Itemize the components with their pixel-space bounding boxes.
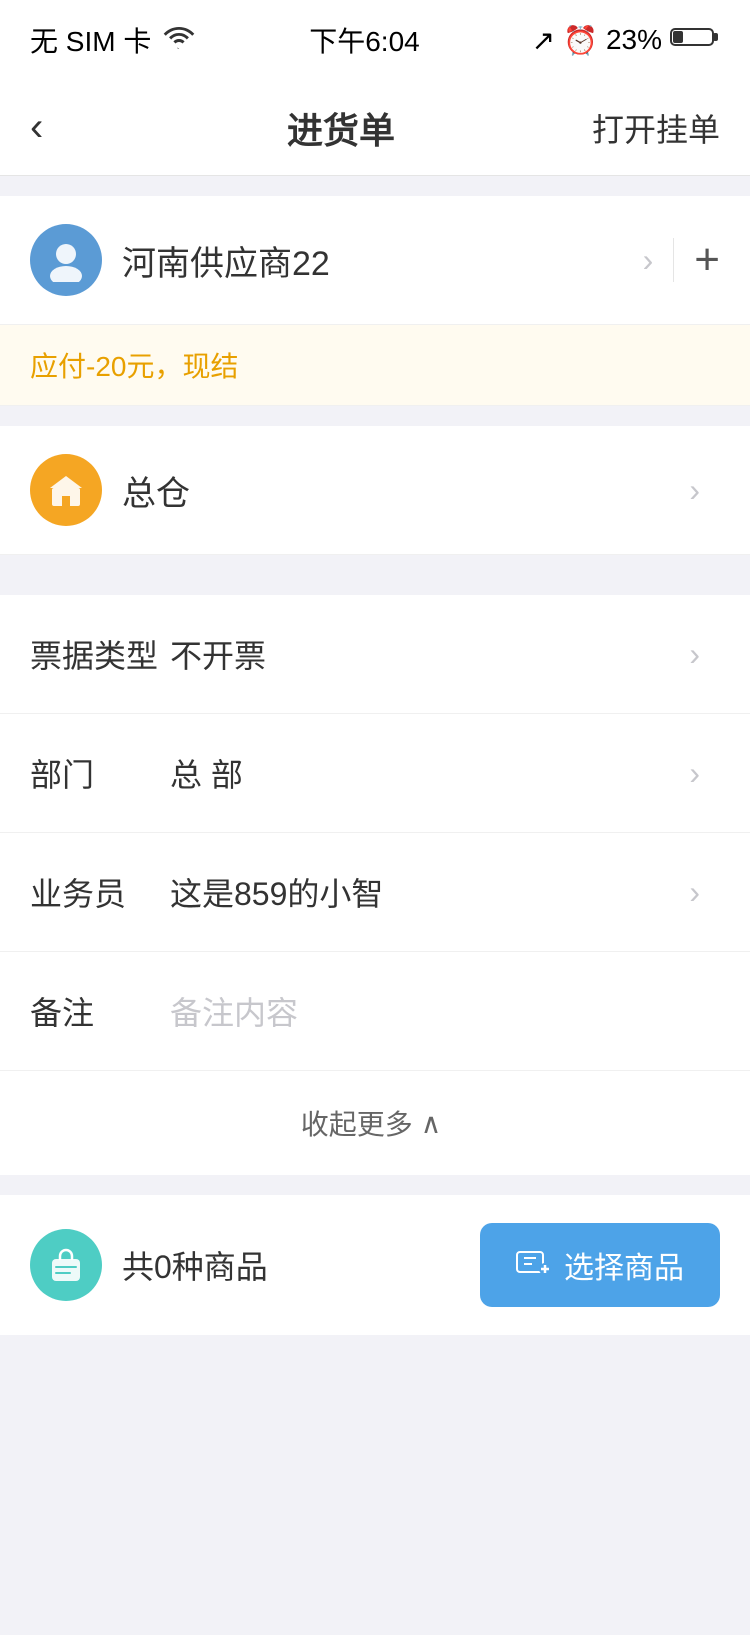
back-button[interactable]: ‹ [30,105,90,150]
collapse-button[interactable]: 收起更多 ∧ [0,1071,750,1175]
notice-text: 应付-20元，现结 [30,351,238,382]
department-row[interactable]: 部门 总 部 › [0,714,750,833]
remark-row[interactable]: 备注 备注内容 [0,952,750,1071]
status-right: ↗ ⏰ 23% [532,24,720,57]
product-bag-icon [30,1229,102,1301]
remark-label: 备注 [30,988,170,1034]
top-divider [0,176,750,196]
remark-placeholder: 备注内容 [170,988,720,1034]
invoice-type-label: 票据类型 [30,631,170,677]
select-product-label: 选择商品 [564,1243,684,1287]
page-title: 进货单 [287,102,395,154]
salesperson-chevron: › [689,874,700,911]
form-section: 票据类型 不开票 › 部门 总 部 › 业务员 这是859的小智 › 备注 备注… [0,595,750,1175]
bottom-divider [0,1175,750,1195]
supplier-row[interactable]: 河南供应商22 › + [0,196,750,325]
supplier-divider [0,406,750,426]
supplier-chevron-icon: › [643,242,654,279]
warehouse-section: 总仓 › [0,426,750,555]
add-supplier-button[interactable]: + [673,238,720,282]
select-product-icon [516,1248,552,1283]
invoice-type-row[interactable]: 票据类型 不开票 › [0,595,750,714]
location-icon: ↗ [532,24,555,57]
status-bar: 无 SIM 卡 下午6:04 ↗ ⏰ 23% [0,0,750,80]
status-left: 无 SIM 卡 [30,20,197,60]
nav-bar: ‹ 进货单 打开挂单 [0,80,750,176]
salesperson-row[interactable]: 业务员 这是859的小智 › [0,833,750,952]
product-row: 共0种商品 选择商品 [0,1195,750,1335]
department-chevron: › [689,755,700,792]
open-pending-button[interactable]: 打开挂单 [592,105,720,151]
product-count-label: 共0种商品 [122,1242,480,1288]
warehouse-divider [0,555,750,575]
department-value: 总 部 [170,750,689,796]
collapse-icon: ∧ [421,1107,442,1140]
salesperson-label: 业务员 [30,869,170,915]
supplier-section: 河南供应商22 › + 应付-20元，现结 [0,196,750,406]
invoice-type-value: 不开票 [170,631,689,677]
warehouse-chevron-icon: › [689,472,700,509]
alarm-icon: ⏰ [563,24,598,57]
battery-text: 23% [606,24,662,56]
supplier-name: 河南供应商22 [122,236,643,285]
time-display: 下午6:04 [309,20,420,60]
salesperson-value: 这是859的小智 [170,869,689,915]
warehouse-row[interactable]: 总仓 › [0,426,750,555]
supplier-avatar [30,224,102,296]
product-section: 共0种商品 选择商品 [0,1195,750,1335]
notice-banner: 应付-20元，现结 [0,325,750,406]
department-label: 部门 [30,750,170,796]
select-product-button[interactable]: 选择商品 [480,1223,720,1307]
page-bottom [0,1335,750,1635]
warehouse-name: 总仓 [122,466,689,515]
collapse-label: 收起更多 [301,1103,413,1143]
invoice-type-chevron: › [689,636,700,673]
warehouse-icon [30,454,102,526]
battery-icon [670,24,720,56]
carrier-text: 无 SIM 卡 [30,20,151,60]
wifi-icon [161,24,197,56]
